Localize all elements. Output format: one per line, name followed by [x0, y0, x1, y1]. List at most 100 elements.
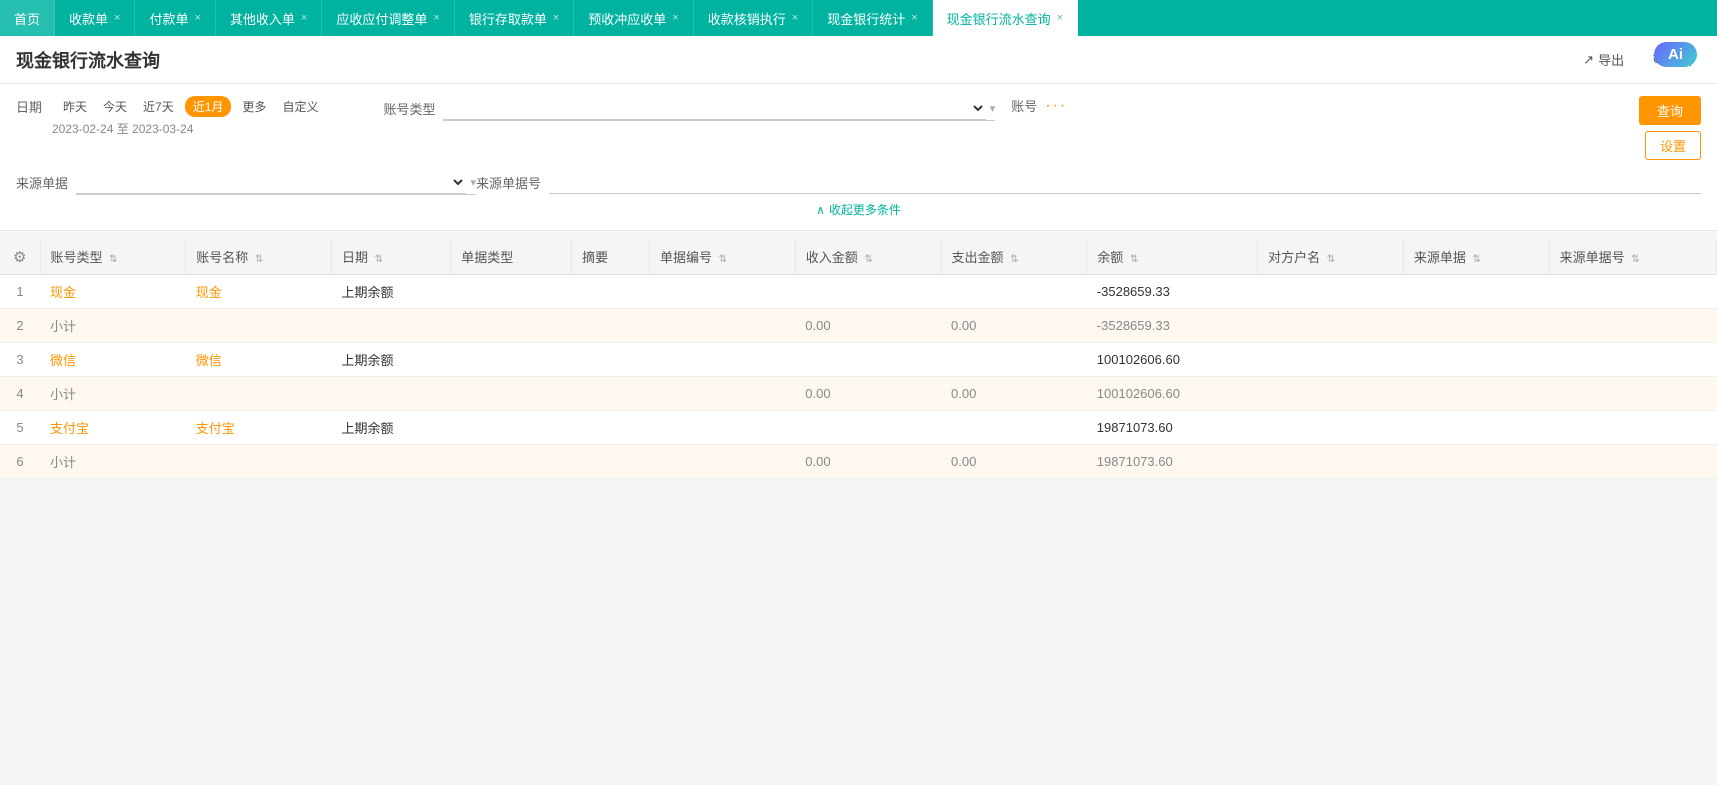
collapse-bar[interactable]: ∧ 收起更多条件: [16, 195, 1701, 222]
col-account-name[interactable]: 账号名称 ⇅: [186, 239, 332, 275]
col-summary[interactable]: 摘要: [572, 239, 650, 275]
date-7days[interactable]: 近7天: [138, 96, 179, 117]
nav-pre-collect[interactable]: 预收冲应收单 ×: [574, 0, 693, 36]
col-source-doc[interactable]: 来源单据 ⇅: [1403, 239, 1549, 275]
col-doc-type[interactable]: 单据类型: [451, 239, 572, 275]
cell-seq: 2: [0, 309, 40, 343]
col-setting[interactable]: ⚙: [0, 239, 40, 275]
export-button[interactable]: ↗ 导出: [1575, 46, 1632, 73]
nav-home[interactable]: 首页: [0, 0, 55, 36]
query-button[interactable]: 查询: [1639, 96, 1701, 125]
nav-pre-collect-close[interactable]: ×: [672, 12, 678, 24]
col-source-doc-label: 来源单据: [1414, 250, 1466, 265]
nav-cash-flow-close[interactable]: ×: [1057, 12, 1063, 24]
date-custom[interactable]: 自定义: [277, 96, 323, 117]
cell-date: 上期余额: [332, 411, 451, 445]
cell-doc-no: [650, 275, 796, 309]
source-doc-no-input[interactable]: [549, 172, 1701, 194]
ai-label: Ai: [1668, 46, 1683, 63]
cell-balance: 19871073.60: [1087, 445, 1258, 479]
cell-expense: [941, 275, 1087, 309]
cell-source-doc: [1403, 445, 1549, 479]
sort-account-type-icon: ⇅: [109, 254, 117, 265]
account-type-select-wrapper[interactable]: ▾: [443, 96, 995, 121]
col-summary-label: 摘要: [582, 250, 608, 265]
sort-income-icon: ⇅: [864, 254, 872, 265]
source-doc-select[interactable]: [76, 170, 466, 194]
source-doc-select-wrapper[interactable]: ▾: [76, 170, 476, 195]
cell-doc-no: [650, 411, 796, 445]
cell-account-type: 小计: [40, 445, 186, 479]
cell-seq: 3: [0, 343, 40, 377]
nav-bank-deposit[interactable]: 银行存取款单 ×: [455, 0, 574, 36]
cell-source-doc: [1403, 411, 1549, 445]
nav-other-income[interactable]: 其他收入单 ×: [216, 0, 322, 36]
date-range-text: 2023-02-24 至 2023-03-24: [52, 122, 193, 136]
col-counterpart[interactable]: 对方户名 ⇅: [1258, 239, 1404, 275]
col-balance-label: 余额: [1097, 250, 1123, 265]
nav-cash-flow[interactable]: 现金银行流水查询 ×: [933, 0, 1078, 36]
nav-payment[interactable]: 付款单 ×: [135, 0, 215, 36]
cell-counterpart: [1258, 411, 1404, 445]
settings-button[interactable]: 设置: [1645, 131, 1701, 160]
ai-badge[interactable]: Ai: [1654, 42, 1697, 67]
nav-other-income-close[interactable]: ×: [301, 12, 307, 24]
nav-collection-exec[interactable]: 收款核销执行 ×: [694, 0, 813, 36]
cell-summary: [572, 309, 650, 343]
nav-ar-ap-close[interactable]: ×: [433, 12, 439, 24]
table-header-row: ⚙ 账号类型 ⇅ 账号名称 ⇅ 日期 ⇅ 单据类型 摘要: [0, 239, 1717, 275]
nav-payment-close[interactable]: ×: [194, 12, 200, 24]
export-label: 导出: [1598, 50, 1624, 69]
account-type-filter: 账号类型 ▾: [383, 96, 995, 121]
cell-date: 上期余额: [332, 275, 451, 309]
table-row[interactable]: 1现金现金上期余额-3528659.33: [0, 275, 1717, 309]
table-row[interactable]: 4小计0.000.00100102606.60: [0, 377, 1717, 411]
nav-ar-ap-adjust[interactable]: 应收应付调整单 ×: [322, 0, 454, 36]
table-row[interactable]: 3微信微信上期余额100102606.60: [0, 343, 1717, 377]
cell-counterpart: [1258, 309, 1404, 343]
cell-doc-no: [650, 309, 796, 343]
cell-source-doc-no: [1549, 411, 1716, 445]
date-more[interactable]: 更多: [237, 96, 271, 117]
col-account-type[interactable]: 账号类型 ⇅: [40, 239, 186, 275]
nav-ar-ap-label: 应收应付调整单: [336, 9, 427, 28]
account-type-select[interactable]: [443, 96, 985, 120]
nav-cash-stat[interactable]: 现金银行统计 ×: [813, 0, 932, 36]
sort-account-name-icon: ⇅: [255, 254, 263, 265]
cell-doc-type: [451, 445, 572, 479]
cell-doc-type: [451, 411, 572, 445]
cell-doc-type: [451, 275, 572, 309]
col-account-name-label: 账号名称: [196, 250, 248, 265]
table-row[interactable]: 6小计0.000.0019871073.60: [0, 445, 1717, 479]
col-date[interactable]: 日期 ⇅: [332, 239, 451, 275]
cell-balance: 19871073.60: [1087, 411, 1258, 445]
nav-bank-deposit-close[interactable]: ×: [553, 12, 559, 24]
cell-income: [795, 275, 941, 309]
cell-doc-type: [451, 309, 572, 343]
nav-collection-exec-label: 收款核销执行: [708, 9, 786, 28]
date-today[interactable]: 今天: [98, 96, 132, 117]
cell-expense: [941, 343, 1087, 377]
cell-summary: [572, 343, 650, 377]
account-dots-button[interactable]: ···: [1045, 97, 1067, 115]
col-doc-type-label: 单据类型: [461, 250, 513, 265]
table-row[interactable]: 5支付宝支付宝上期余额19871073.60: [0, 411, 1717, 445]
nav-collection-exec-close[interactable]: ×: [792, 12, 798, 24]
sort-balance-icon: ⇅: [1130, 254, 1138, 265]
col-expense[interactable]: 支出金额 ⇅: [941, 239, 1087, 275]
date-1month[interactable]: 近1月: [185, 96, 232, 117]
nav-other-income-label: 其他收入单: [230, 9, 295, 28]
col-balance[interactable]: 余额 ⇅: [1087, 239, 1258, 275]
col-income[interactable]: 收入金额 ⇅: [795, 239, 941, 275]
date-yesterday[interactable]: 昨天: [58, 96, 92, 117]
col-doc-no[interactable]: 单据编号 ⇅: [650, 239, 796, 275]
nav-cash-stat-close[interactable]: ×: [911, 12, 917, 24]
source-doc-no-filter: 来源单据号: [476, 172, 1701, 194]
cell-income: 0.00: [795, 309, 941, 343]
nav-receipt[interactable]: 收款单 ×: [55, 0, 135, 36]
cell-source-doc: [1403, 377, 1549, 411]
table-row[interactable]: 2小计0.000.00-3528659.33: [0, 309, 1717, 343]
column-settings-icon[interactable]: ⚙: [13, 249, 26, 266]
nav-receipt-close[interactable]: ×: [114, 12, 120, 24]
col-source-doc-no[interactable]: 来源单据号 ⇅: [1549, 239, 1716, 275]
